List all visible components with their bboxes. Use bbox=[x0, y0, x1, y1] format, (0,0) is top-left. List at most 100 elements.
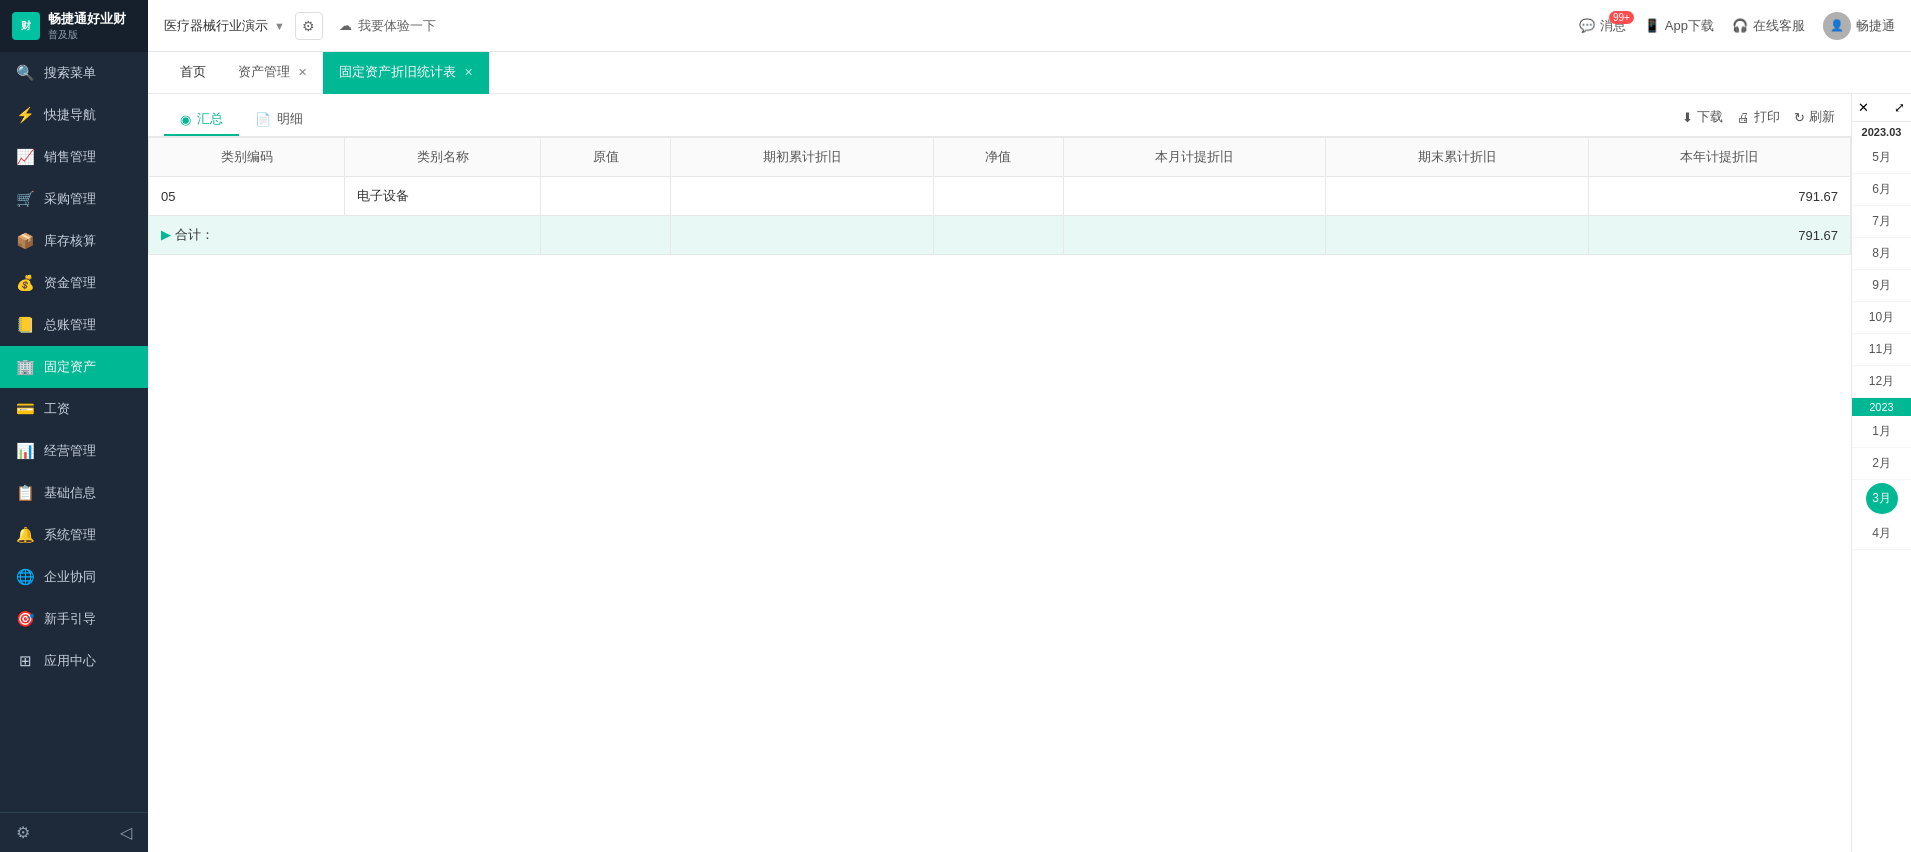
online-service-label: 在线客服 bbox=[1753, 17, 1805, 35]
col-original: 原值 bbox=[541, 138, 671, 177]
topbar-settings-btn[interactable]: ⚙ bbox=[295, 12, 323, 40]
month-item-4月[interactable]: 4月 bbox=[1852, 518, 1911, 550]
topbar-right: 💬 消息 99+ 📱 App下载 🎧 在线客服 👤 畅捷通 bbox=[1579, 12, 1895, 40]
sidebar-item-ledger[interactable]: 📒 总账管理 bbox=[0, 304, 148, 346]
print-btn[interactable]: 🖨 打印 bbox=[1737, 108, 1780, 126]
ledger-icon: 📒 bbox=[16, 316, 34, 334]
refresh-btn[interactable]: ↻ 刷新 bbox=[1794, 108, 1835, 126]
month-item-5月[interactable]: 5月 bbox=[1852, 142, 1911, 174]
online-service-btn[interactable]: 🎧 在线客服 bbox=[1732, 17, 1805, 35]
sidebar-item-purchase[interactable]: 🛒 采购管理 bbox=[0, 178, 148, 220]
download-label: 下载 bbox=[1697, 108, 1723, 126]
summary-end-accum-depr bbox=[1326, 216, 1588, 255]
month-item-2月[interactable]: 2月 bbox=[1852, 448, 1911, 480]
sidebar-item-finance[interactable]: 💰 资金管理 bbox=[0, 262, 148, 304]
app-download-icon: 📱 bbox=[1644, 18, 1660, 33]
sidebar-item-label-enterprise: 企业协同 bbox=[44, 568, 96, 586]
user-avatar-area[interactable]: 👤 畅捷通 bbox=[1823, 12, 1895, 40]
purchase-icon: 🛒 bbox=[16, 190, 34, 208]
sidebar-item-system[interactable]: 🔔 系统管理 bbox=[0, 514, 148, 556]
guide-icon: 🎯 bbox=[16, 610, 34, 628]
download-icon: ⬇ bbox=[1682, 110, 1693, 125]
tab-close-asset-mgmt[interactable]: ✕ bbox=[298, 66, 307, 79]
month-item-11月[interactable]: 11月 bbox=[1852, 334, 1911, 366]
app-download-btn[interactable]: 📱 App下载 bbox=[1644, 17, 1714, 35]
month-item-1月[interactable]: 1月 bbox=[1852, 416, 1911, 448]
enterprise-icon: 🌐 bbox=[16, 568, 34, 586]
month-item-7月[interactable]: 7月 bbox=[1852, 206, 1911, 238]
cell-month-depr bbox=[1063, 177, 1325, 216]
current-period-label: 2023.03 bbox=[1862, 122, 1902, 142]
sidebar-item-label-fixed-assets: 固定资产 bbox=[44, 358, 96, 376]
sidebar-item-sales[interactable]: 📈 销售管理 bbox=[0, 136, 148, 178]
sidebar-item-enterprise[interactable]: 🌐 企业协同 bbox=[0, 556, 148, 598]
month-item-8月[interactable]: 8月 bbox=[1852, 238, 1911, 270]
col-accum-depr: 期初累计折旧 bbox=[671, 138, 933, 177]
summary-icon: ◉ bbox=[180, 112, 191, 127]
summary-month-depr bbox=[1063, 216, 1325, 255]
quick-nav-icon: ⚡ bbox=[16, 106, 34, 124]
page-content: ◉ 汇总 📄 明细 ⬇ 下载 🖨 打印 bbox=[148, 94, 1911, 852]
col-code: 类别编码 bbox=[149, 138, 345, 177]
tab-close-depreciation-table[interactable]: ✕ bbox=[464, 66, 473, 79]
payroll-icon: 💳 bbox=[16, 400, 34, 418]
month-item-3月[interactable]: 3月 bbox=[1866, 483, 1898, 515]
tab-label-asset-mgmt: 资产管理 bbox=[238, 63, 290, 81]
tab-depreciation-table[interactable]: 固定资产折旧统计表✕ bbox=[323, 52, 489, 94]
sidebar-footer: ⚙ ◁ bbox=[0, 812, 148, 852]
sidebar: 财 畅捷通好业财 普及版 🔍 搜索菜单 ⚡ 快捷导航 📈 销售管理 🛒 采购管理… bbox=[0, 0, 148, 852]
cell-code: 05 bbox=[149, 177, 345, 216]
app-center-icon: ⊞ bbox=[16, 652, 34, 670]
sidebar-item-basic-info[interactable]: 📋 基础信息 bbox=[0, 472, 148, 514]
sidebar-item-label-system: 系统管理 bbox=[44, 526, 96, 544]
right-panel-header: ✕ ⤢ bbox=[1852, 94, 1911, 122]
sidebar-item-label-quick-nav: 快捷导航 bbox=[44, 106, 96, 124]
sub-tab-summary[interactable]: ◉ 汇总 bbox=[164, 104, 239, 136]
summary-year-depr: 791.67 bbox=[1588, 216, 1850, 255]
sidebar-item-management[interactable]: 📊 经营管理 bbox=[0, 430, 148, 472]
settings-footer-icon[interactable]: ⚙ bbox=[16, 823, 30, 842]
summary-accum-depr bbox=[671, 216, 933, 255]
system-icon: 🔔 bbox=[16, 526, 34, 544]
sidebar-header: 财 畅捷通好业财 普及版 bbox=[0, 0, 148, 52]
cell-end-accum-depr bbox=[1326, 177, 1588, 216]
message-badge: 99+ bbox=[1609, 11, 1634, 24]
message-btn[interactable]: 💬 消息 99+ bbox=[1579, 17, 1626, 35]
company-dropdown-arrow: ▼ bbox=[274, 20, 285, 32]
experience-btn[interactable]: ☁ 我要体验一下 bbox=[339, 17, 436, 35]
tabs-nav: 首页资产管理✕固定资产折旧统计表✕ bbox=[148, 52, 1911, 94]
sidebar-item-quick-nav[interactable]: ⚡ 快捷导航 bbox=[0, 94, 148, 136]
message-icon: 💬 bbox=[1579, 18, 1595, 33]
main-content: ◉ 汇总 📄 明细 ⬇ 下载 🖨 打印 bbox=[148, 94, 1851, 852]
date-scroll[interactable]: 5月6月7月8月9月10月11月12月20231月2月3月4月 bbox=[1852, 142, 1911, 852]
month-item-9月[interactable]: 9月 bbox=[1852, 270, 1911, 302]
month-item-10月[interactable]: 10月 bbox=[1852, 302, 1911, 334]
summary-original bbox=[541, 216, 671, 255]
company-selector[interactable]: 医疗器械行业演示 ▼ bbox=[164, 17, 285, 35]
summary-net-value bbox=[933, 216, 1063, 255]
print-icon: 🖨 bbox=[1737, 110, 1750, 125]
sub-tab-detail[interactable]: 📄 明细 bbox=[239, 104, 319, 136]
sidebar-item-fixed-assets[interactable]: 🏢 固定资产 bbox=[0, 346, 148, 388]
sidebar-item-inventory[interactable]: 📦 库存核算 bbox=[0, 220, 148, 262]
year-marker-2023[interactable]: 2023 bbox=[1852, 398, 1911, 416]
month-item-6月[interactable]: 6月 bbox=[1852, 174, 1911, 206]
sidebar-item-app-center[interactable]: ⊞ 应用中心 bbox=[0, 640, 148, 682]
tab-asset-mgmt[interactable]: 资产管理 ✕ bbox=[222, 52, 323, 94]
panel-expand-icon[interactable]: ⤢ bbox=[1894, 100, 1905, 115]
search-icon: 🔍 bbox=[16, 64, 34, 82]
sidebar-item-search[interactable]: 🔍 搜索菜单 bbox=[0, 52, 148, 94]
table-row: 05 电子设备 791.67 bbox=[149, 177, 1851, 216]
panel-close-icon[interactable]: ✕ bbox=[1858, 100, 1869, 115]
refresh-icon: ↻ bbox=[1794, 110, 1805, 125]
tab-home[interactable]: 首页 bbox=[164, 52, 222, 94]
sidebar-item-label-search: 搜索菜单 bbox=[44, 64, 96, 82]
sidebar-collapse-btn[interactable]: ◁ bbox=[120, 823, 132, 842]
sidebar-item-guide[interactable]: 🎯 新手引导 bbox=[0, 598, 148, 640]
sidebar-item-payroll[interactable]: 💳 工资 bbox=[0, 388, 148, 430]
month-item-12月[interactable]: 12月 bbox=[1852, 366, 1911, 398]
download-btn[interactable]: ⬇ 下载 bbox=[1682, 108, 1723, 126]
col-month-depr: 本月计提折旧 bbox=[1063, 138, 1325, 177]
user-name: 畅捷通 bbox=[1856, 17, 1895, 35]
sidebar-item-label-payroll: 工资 bbox=[44, 400, 70, 418]
